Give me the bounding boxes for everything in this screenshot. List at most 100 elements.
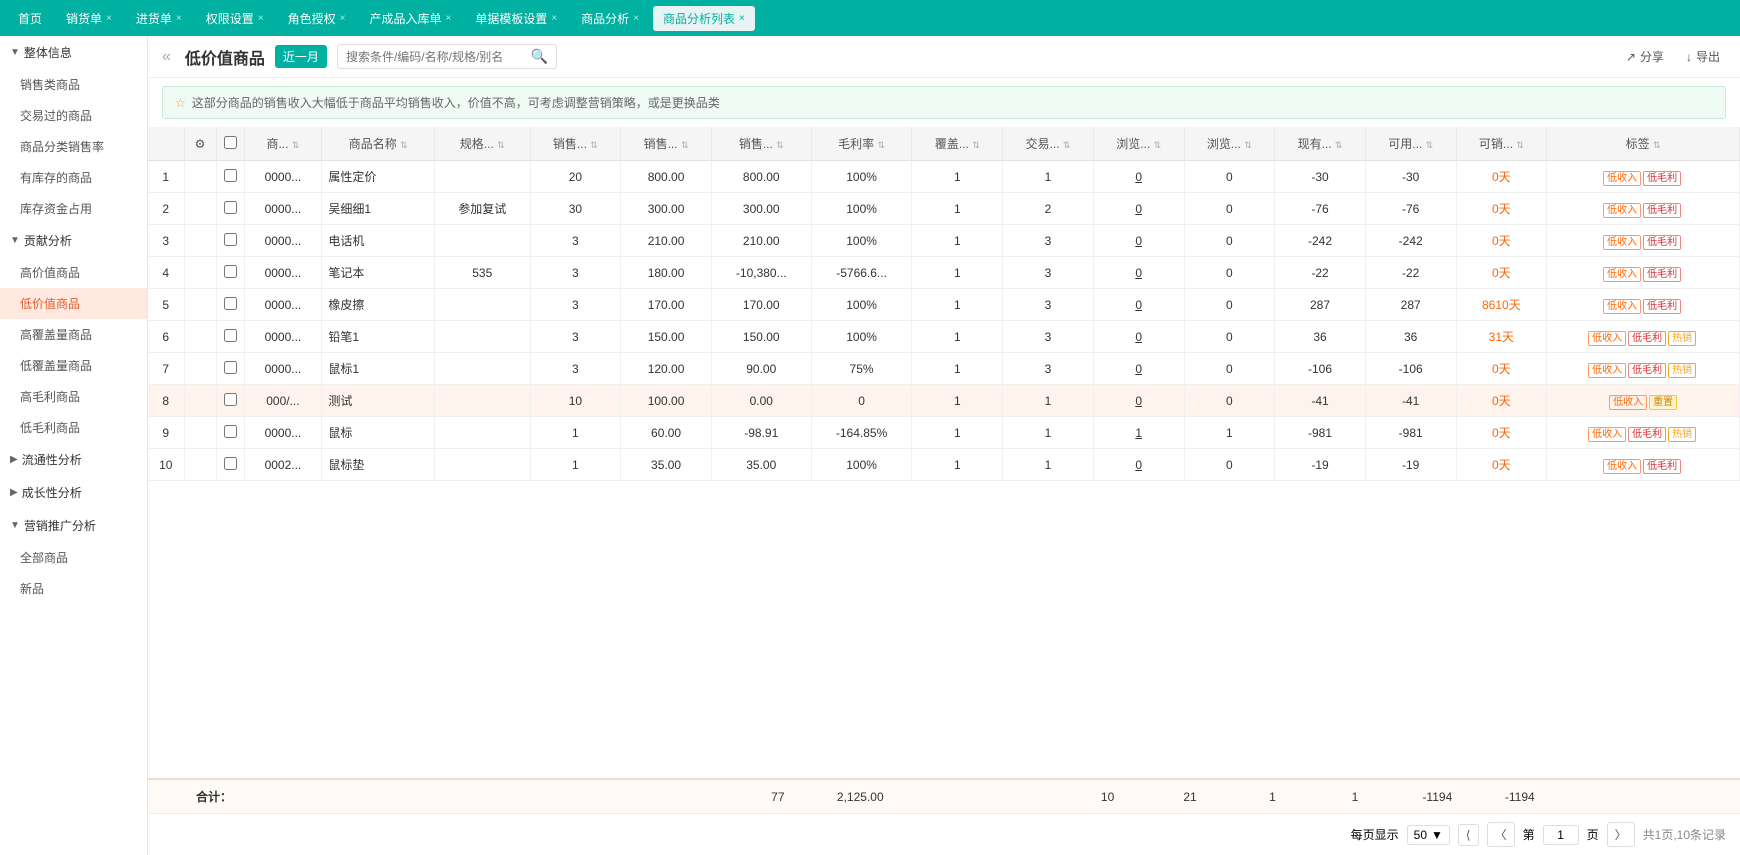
row-checkbox[interactable] (224, 393, 237, 406)
sidebar-section-marketing[interactable]: ▼ 营销推广分析 (0, 509, 147, 542)
cell-checkbox[interactable] (216, 193, 244, 225)
sidebar-item-all-goods[interactable]: 全部商品 (0, 542, 147, 573)
th-spec[interactable]: 规格... ⇅ (434, 127, 530, 161)
period-button[interactable]: 近一月 (275, 45, 327, 68)
browse-uv-link[interactable]: 0 (1135, 170, 1142, 184)
sidebar-collapse-btn[interactable]: « (162, 48, 171, 66)
nav-close-role[interactable]: × (340, 13, 346, 24)
row-checkbox[interactable] (224, 297, 237, 310)
browse-uv-link[interactable]: 1 (1135, 426, 1142, 440)
th-sale-amt[interactable]: 销售... ⇅ (621, 127, 712, 161)
row-checkbox[interactable] (224, 201, 237, 214)
nav-template[interactable]: 单据模板设置 × (465, 6, 567, 31)
th-available[interactable]: 可用... ⇅ (1365, 127, 1456, 161)
sidebar-item-new-goods[interactable]: 新品 (0, 573, 147, 604)
th-stock[interactable]: 现有... ⇅ (1275, 127, 1366, 161)
nav-home[interactable]: 首页 (8, 6, 52, 31)
th-sale-avg[interactable]: 销售... ⇅ (711, 127, 811, 161)
page-size-selector[interactable]: 50 ▼ (1407, 825, 1450, 845)
sidebar-item-low-margin[interactable]: 低毛利商品 (0, 412, 147, 443)
nav-permissions[interactable]: 权限设置 × (196, 6, 274, 31)
nav-close-sales[interactable]: × (106, 13, 112, 24)
search-input[interactable] (346, 50, 525, 64)
row-checkbox[interactable] (224, 265, 237, 278)
th-checkbox[interactable] (216, 127, 244, 161)
cell-checkbox[interactable] (216, 385, 244, 417)
row-checkbox[interactable] (224, 329, 237, 342)
cell-browse-uv[interactable]: 1 (1093, 417, 1184, 449)
cell-browse-uv[interactable]: 0 (1093, 289, 1184, 321)
row-checkbox[interactable] (224, 457, 237, 470)
search-icon[interactable]: 🔍 (531, 48, 548, 65)
cell-checkbox[interactable] (216, 449, 244, 481)
cell-checkbox[interactable] (216, 161, 244, 193)
cell-browse-uv[interactable]: 0 (1093, 193, 1184, 225)
cell-checkbox[interactable] (216, 417, 244, 449)
prev-page-btn[interactable]: 〈 (1487, 822, 1515, 847)
cell-browse-uv[interactable]: 0 (1093, 225, 1184, 257)
sidebar-item-high-coverage[interactable]: 高覆盖量商品 (0, 319, 147, 350)
sidebar-item-low-value[interactable]: 低价值商品 (0, 288, 147, 319)
cell-browse-uv[interactable]: 0 (1093, 353, 1184, 385)
nav-product-analysis[interactable]: 商品分析 × (571, 6, 649, 31)
th-name[interactable]: 商品名称 ⇅ (322, 127, 435, 161)
row-checkbox[interactable] (224, 361, 237, 374)
sidebar-item-traded-goods[interactable]: 交易过的商品 (0, 100, 147, 131)
sidebar-section-liquidity[interactable]: ▶ 流通性分析 (0, 443, 147, 476)
th-browse-pv[interactable]: 浏览... ⇅ (1184, 127, 1275, 161)
browse-uv-link[interactable]: 0 (1135, 202, 1142, 216)
sidebar-item-in-stock[interactable]: 有库存的商品 (0, 162, 147, 193)
sidebar-item-high-value[interactable]: 高价值商品 (0, 257, 147, 288)
browse-uv-link[interactable]: 0 (1135, 330, 1142, 344)
th-tags[interactable]: 标签 ⇅ (1547, 127, 1740, 161)
th-gross-rate[interactable]: 毛利率 ⇅ (811, 127, 912, 161)
sidebar-section-growth[interactable]: ▶ 成长性分析 (0, 476, 147, 509)
sidebar-item-low-coverage[interactable]: 低覆盖量商品 (0, 350, 147, 381)
nav-sales-order[interactable]: 销货单 × (56, 6, 122, 31)
nav-close-inbound[interactable]: × (445, 13, 451, 24)
th-gear[interactable]: ⚙ (184, 127, 216, 161)
nav-analysis-list[interactable]: 商品分析列表 × (653, 6, 755, 31)
cell-browse-uv[interactable]: 0 (1093, 161, 1184, 193)
nav-close-template[interactable]: × (551, 13, 557, 24)
cell-checkbox[interactable] (216, 353, 244, 385)
row-checkbox[interactable] (224, 425, 237, 438)
browse-uv-link[interactable]: 0 (1135, 234, 1142, 248)
th-code[interactable]: 商... ⇅ (244, 127, 322, 161)
sidebar-section-contribution[interactable]: ▼ 贡献分析 (0, 224, 147, 257)
browse-uv-link[interactable]: 0 (1135, 394, 1142, 408)
browse-uv-link[interactable]: 0 (1135, 266, 1142, 280)
th-saleable[interactable]: 可销... ⇅ (1456, 127, 1547, 161)
page-number-input[interactable] (1543, 825, 1579, 845)
nav-purchase[interactable]: 进货单 × (126, 6, 192, 31)
th-browse-uv[interactable]: 浏览... ⇅ (1093, 127, 1184, 161)
row-checkbox[interactable] (224, 233, 237, 246)
cell-browse-uv[interactable]: 0 (1093, 321, 1184, 353)
cell-browse-uv[interactable]: 0 (1093, 449, 1184, 481)
cell-checkbox[interactable] (216, 225, 244, 257)
th-sale-qty[interactable]: 销售... ⇅ (530, 127, 621, 161)
browse-uv-link[interactable]: 0 (1135, 458, 1142, 472)
sidebar-item-high-margin[interactable]: 高毛利商品 (0, 381, 147, 412)
nav-close-purchase[interactable]: × (176, 13, 182, 24)
cell-checkbox[interactable] (216, 257, 244, 289)
first-page-btn[interactable]: ⟨ (1458, 824, 1479, 846)
nav-close-analysis-list[interactable]: × (739, 13, 745, 24)
next-page-btn[interactable]: 〉 (1607, 822, 1635, 847)
export-button[interactable]: ↓ 导出 (1680, 45, 1726, 68)
share-button[interactable]: ↗ 分享 (1620, 45, 1670, 68)
sidebar-item-stock-capital[interactable]: 库存资金占用 (0, 193, 147, 224)
nav-role-auth[interactable]: 角色授权 × (278, 6, 356, 31)
cell-browse-uv[interactable]: 0 (1093, 385, 1184, 417)
select-all-checkbox[interactable] (224, 136, 237, 149)
browse-uv-link[interactable]: 0 (1135, 362, 1142, 376)
sidebar-section-overall[interactable]: ▼ 整体信息 (0, 36, 147, 69)
row-checkbox[interactable] (224, 169, 237, 182)
cell-checkbox[interactable] (216, 321, 244, 353)
th-trade-num[interactable]: 交易... ⇅ (1003, 127, 1094, 161)
nav-product-inbound[interactable]: 产成品入库单 × (359, 6, 461, 31)
nav-close-permissions[interactable]: × (258, 13, 264, 24)
sidebar-item-category-rate[interactable]: 商品分类销售率 (0, 131, 147, 162)
nav-close-analysis[interactable]: × (633, 13, 639, 24)
cell-checkbox[interactable] (216, 289, 244, 321)
